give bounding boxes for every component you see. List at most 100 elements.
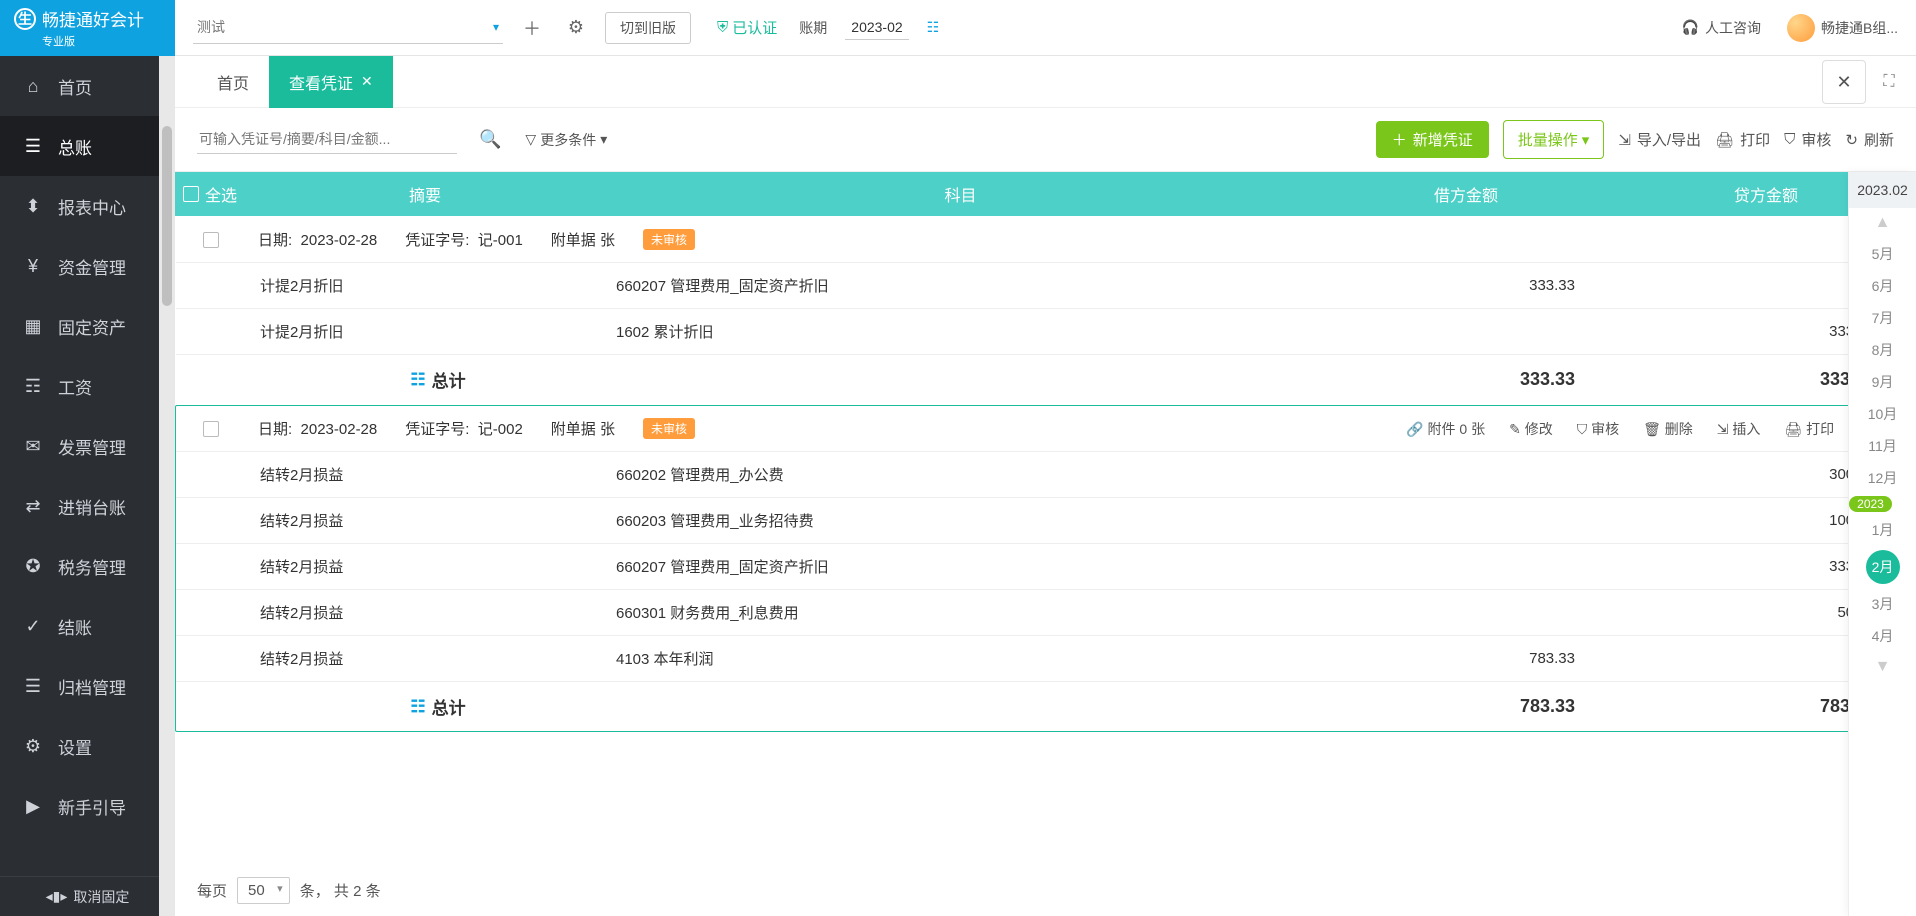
rail-month[interactable]: 7月 bbox=[1868, 302, 1898, 334]
rail-month[interactable]: 6月 bbox=[1868, 270, 1898, 302]
headset-icon: 🎧 bbox=[1682, 19, 1699, 36]
toolbar: 🔍 ▽ 更多条件 ▾ ＋ 新增凭证 批量操作 ▾ ⇲ 导入/导出 bbox=[175, 108, 1916, 172]
period-value[interactable]: 2023-02 bbox=[845, 15, 908, 40]
sidebar-item[interactable]: ☰总账 bbox=[0, 116, 175, 176]
rail-month[interactable]: 10月 bbox=[1868, 398, 1898, 430]
rail-month[interactable]: 9月 bbox=[1868, 366, 1898, 398]
new-voucher-button[interactable]: ＋ 新增凭证 bbox=[1376, 121, 1489, 158]
sidebar-item[interactable]: ✓结账 bbox=[0, 596, 175, 656]
top-header: 生 畅捷通好会计 专业版 测试 ▾ ＋ ⚙ 切到旧版 ⛨ 已认证 账期 2023… bbox=[0, 0, 1916, 56]
unaudited-badge: 未审核 bbox=[643, 229, 695, 250]
more-conditions-button[interactable]: ▽ 更多条件 ▾ bbox=[525, 130, 607, 150]
import-export-button[interactable]: ⇲ 导入/导出 bbox=[1618, 129, 1701, 150]
refresh-button[interactable]: ↻ 刷新 bbox=[1845, 129, 1894, 150]
sidebar-item[interactable]: ⬍ 报表中心 bbox=[0, 176, 175, 236]
close-all-tabs-button[interactable]: ✕ bbox=[1822, 60, 1866, 104]
sidebar-item[interactable]: ¥资金管理 bbox=[0, 236, 175, 296]
unaudited-badge: 未审核 bbox=[643, 418, 695, 439]
rail-month[interactable]: 5月 bbox=[1868, 238, 1898, 270]
print-button[interactable]: 🖨 打印 bbox=[1784, 419, 1834, 439]
search-icon[interactable]: 🔍 bbox=[479, 129, 501, 150]
chevron-down-icon: ▾ bbox=[493, 20, 499, 34]
rail-month[interactable]: 8月 bbox=[1868, 334, 1898, 366]
total-icon: ☷ bbox=[410, 370, 425, 390]
sidebar-item[interactable]: ☰归档管理 bbox=[0, 656, 175, 716]
search-input[interactable] bbox=[199, 131, 455, 147]
per-page-label: 每页 bbox=[197, 880, 227, 901]
select-all-label[interactable]: 全选 bbox=[205, 182, 237, 206]
delete-button[interactable]: 🗑 删除 bbox=[1643, 419, 1693, 439]
sidebar-item[interactable]: ⇄进销台账 bbox=[0, 476, 175, 536]
sidebar-item[interactable]: ▶新手引导 bbox=[0, 776, 175, 836]
sidebar-item-icon: ☶ bbox=[22, 376, 44, 397]
gear-icon[interactable]: ⚙ bbox=[561, 13, 591, 43]
line-subject: 660301 财务费用_利息费用 bbox=[616, 602, 1315, 623]
audit-button[interactable]: ⛉ 审核 bbox=[1784, 129, 1831, 150]
voucher-line[interactable]: 结转2月损益 660301 财务费用_利息费用 50.00 bbox=[176, 589, 1915, 635]
sidebar-item[interactable]: ✉发票管理 bbox=[0, 416, 175, 476]
voucher-line[interactable]: 计提2月折旧 660207 管理费用_固定资产折旧 333.33 bbox=[176, 262, 1915, 308]
voucher-total-row: ☷总计 333.33 333.33 bbox=[176, 354, 1915, 404]
help-button[interactable]: 🎧 人工咨询 bbox=[1682, 18, 1761, 38]
print-button[interactable]: 🖨 打印 bbox=[1715, 129, 1770, 150]
sidebar-item-icon: ¥ bbox=[22, 256, 44, 277]
close-icon[interactable]: ✕ bbox=[361, 73, 373, 90]
insert-button[interactable]: ⇲ 插入 bbox=[1717, 419, 1761, 439]
sidebar-scrollbar[interactable] bbox=[159, 56, 175, 916]
voucher-line[interactable]: 结转2月损益 4103 本年利润 783.33 bbox=[176, 635, 1915, 681]
sidebar-item-icon: ✉ bbox=[22, 436, 44, 457]
add-icon[interactable]: ＋ bbox=[517, 13, 547, 43]
attachment-count[interactable]: 🔗 附件 0 张 bbox=[1406, 419, 1485, 439]
line-debit: 333.33 bbox=[1315, 277, 1615, 294]
rail-up-icon[interactable]: ▲ bbox=[1875, 214, 1891, 232]
sidebar-item-icon: ⬍ bbox=[22, 196, 44, 217]
batch-action-button[interactable]: 批量操作 ▾ bbox=[1503, 120, 1605, 159]
tabs-row: 首页 查看凭证 ✕ ✕ ⛶ bbox=[175, 56, 1916, 108]
unfix-sidebar-button[interactable]: ◂▮▸ 取消固定 bbox=[0, 876, 175, 916]
sidebar-item-icon: ⌂ bbox=[22, 76, 44, 97]
sidebar-scrollbar-thumb[interactable] bbox=[162, 126, 172, 306]
page-size-select[interactable]: 50 bbox=[237, 877, 290, 904]
tab-home[interactable]: 首页 bbox=[197, 56, 269, 108]
voucher-line[interactable]: 结转2月损益 660203 管理费用_业务招待费 100.00 bbox=[176, 497, 1915, 543]
rail-month[interactable]: 2月 bbox=[1866, 550, 1900, 584]
rail-month[interactable]: 3月 bbox=[1866, 588, 1900, 620]
voucher-table: 全选 摘要 科目 借方金额 贷方金额 ≫ 日期: 2023-02-28 凭证字号… bbox=[175, 172, 1916, 916]
col-summary: 摘要 bbox=[245, 182, 605, 206]
rail-month[interactable]: 12月 bbox=[1868, 462, 1898, 494]
voucher-total-row: ☷总计 783.33 783.33 bbox=[176, 681, 1915, 731]
voucher-checkbox[interactable] bbox=[203, 421, 219, 437]
tab-view-voucher[interactable]: 查看凭证 ✕ bbox=[269, 56, 393, 108]
sidebar-item-label: 报表中心 bbox=[58, 194, 126, 219]
rail-month[interactable]: 11月 bbox=[1868, 430, 1898, 462]
sidebar-item[interactable]: ⚙设置 bbox=[0, 716, 175, 776]
sidebar-item[interactable]: ▦固定资产 bbox=[0, 296, 175, 356]
edit-button[interactable]: ✎ 修改 bbox=[1509, 419, 1553, 439]
fullscreen-icon[interactable]: ⛶ bbox=[1874, 67, 1904, 97]
user-menu[interactable]: 畅捷通B组... bbox=[1787, 14, 1898, 42]
sidebar-item[interactable]: ✪税务管理 bbox=[0, 536, 175, 596]
line-subject: 1602 累计折旧 bbox=[616, 321, 1315, 342]
audit-button[interactable]: ⛉ 审核 bbox=[1577, 419, 1619, 439]
sidebar-item-icon: ☰ bbox=[22, 676, 44, 697]
line-summary: 结转2月损益 bbox=[246, 510, 616, 531]
sidebar-item-label: 结账 bbox=[58, 614, 92, 639]
sidebar-item-label: 新手引导 bbox=[58, 794, 126, 819]
rail-month[interactable]: 4月 bbox=[1866, 620, 1900, 652]
sidebar-item[interactable]: ☶工资 bbox=[0, 356, 175, 416]
voucher-line[interactable]: 结转2月损益 660202 管理费用_办公费 300.00 bbox=[176, 451, 1915, 497]
rail-month[interactable]: 1月 bbox=[1866, 514, 1900, 546]
company-selector[interactable]: 测试 ▾ bbox=[193, 11, 503, 44]
voucher-line[interactable]: 计提2月折旧 1602 累计折旧 333.33 bbox=[176, 308, 1915, 354]
line-summary: 结转2月损益 bbox=[246, 648, 616, 669]
refresh-icon: ↻ bbox=[1845, 131, 1858, 149]
calendar-icon[interactable]: ☷ bbox=[927, 19, 940, 36]
sidebar-item[interactable]: ⌂首页 bbox=[0, 56, 175, 116]
sidebar-item-label: 设置 bbox=[58, 734, 92, 759]
voucher-checkbox[interactable] bbox=[203, 232, 219, 248]
old-version-button[interactable]: 切到旧版 bbox=[605, 12, 691, 44]
rail-down-icon[interactable]: ▼ bbox=[1875, 658, 1891, 676]
voucher-line[interactable]: 结转2月损益 660207 管理费用_固定资产折旧 333.33 bbox=[176, 543, 1915, 589]
select-all-checkbox[interactable] bbox=[183, 186, 199, 202]
period-label: 账期 bbox=[799, 18, 827, 38]
